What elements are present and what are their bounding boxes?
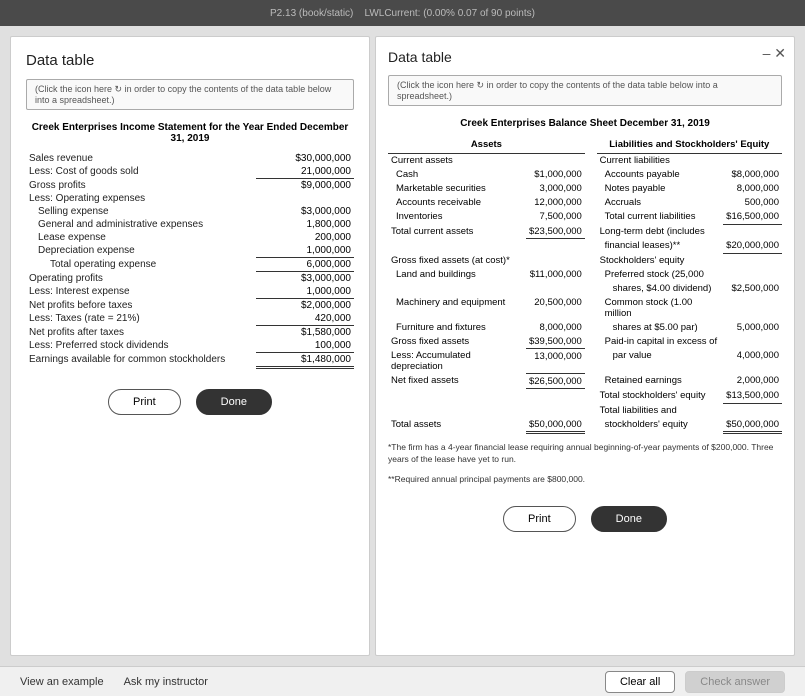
left-table-title: Creek Enterprises Income Statement for t… bbox=[26, 122, 354, 144]
left-copy-hint-text: (Click the icon here ↻ in order to copy … bbox=[35, 84, 331, 105]
table-row: Land and buildings $11,000,000 Preferred… bbox=[388, 267, 782, 281]
left-print-button[interactable]: Print bbox=[108, 389, 181, 415]
right-panel-title: Data table bbox=[388, 49, 782, 65]
left-done-button[interactable]: Done bbox=[196, 389, 272, 415]
left-button-row: Print Done bbox=[26, 389, 354, 415]
table-row: Net profits before taxes $2,000,000 bbox=[26, 299, 354, 313]
table-row: Current assets Current liabilities bbox=[388, 153, 782, 168]
table-row: Net profits after taxes $1,580,000 bbox=[26, 326, 354, 340]
top-bar-text2: LWLCurrent: (0.00% 0.07 of 90 points) bbox=[365, 8, 535, 19]
table-row: shares, $4.00 dividend) $2,500,000 bbox=[388, 281, 782, 295]
table-row: Marketable securities 3,000,000 Notes pa… bbox=[388, 182, 782, 196]
table-row: General and administrative expenses 1,80… bbox=[26, 218, 354, 231]
table-row: Selling expense $3,000,000 bbox=[26, 205, 354, 218]
table-row: Total stockholders' equity $13,500,000 bbox=[388, 389, 782, 404]
income-statement-table: Sales revenue $30,000,000 Less: Cost of … bbox=[26, 152, 354, 369]
right-copy-hint: (Click the icon here ↻ in order to copy … bbox=[388, 75, 782, 106]
table-row: Lease expense 200,000 bbox=[26, 231, 354, 244]
assets-header: Assets bbox=[388, 137, 585, 153]
right-print-button[interactable]: Print bbox=[503, 506, 576, 532]
top-bar: P2.13 (book/static) LWLCurrent: (0.00% 0… bbox=[0, 0, 805, 26]
view-example-link[interactable]: View an example bbox=[20, 676, 104, 688]
left-panel-title: Data table bbox=[26, 52, 354, 69]
balance-sheet-table: Assets Liabilities and Stockholders' Equ… bbox=[388, 137, 782, 434]
table-row: Total liabilities and bbox=[388, 403, 782, 417]
table-row: Less: Taxes (rate = 21%) 420,000 bbox=[26, 312, 354, 326]
table-row: Less: Accumulated depreciation 13,000,00… bbox=[388, 349, 782, 374]
footnote2: **Required annual principal payments are… bbox=[388, 474, 782, 486]
table-row: Total assets $50,000,000 stockholders' e… bbox=[388, 417, 782, 433]
table-row: Earnings available for common stockholde… bbox=[26, 353, 354, 368]
top-bar-text1: P2.13 (book/static) bbox=[270, 8, 353, 19]
table-row: Furniture and fixtures 8,000,000 shares … bbox=[388, 320, 782, 334]
liabilities-header: Liabilities and Stockholders' Equity bbox=[597, 137, 782, 153]
bottom-links: View an example Ask my instructor bbox=[20, 676, 208, 688]
table-row: Sales revenue $30,000,000 bbox=[26, 152, 354, 165]
right-button-row: Print Done bbox=[388, 506, 782, 532]
footnote1: *The firm has a 4-year financial lease r… bbox=[388, 442, 782, 466]
close-button[interactable]: – ✕ bbox=[763, 45, 786, 62]
bottom-right-actions: Clear all Check answer bbox=[605, 671, 785, 693]
table-row: Depreciation expense 1,000,000 bbox=[26, 244, 354, 258]
left-panel: Data table (Click the icon here ↻ in ord… bbox=[10, 36, 370, 656]
table-row: Less: Operating expenses bbox=[26, 192, 354, 205]
table-row: Inventories 7,500,000 Total current liab… bbox=[388, 210, 782, 225]
table-row: Gross fixed assets (at cost)* Stockholde… bbox=[388, 253, 782, 267]
left-copy-hint: (Click the icon here ↻ in order to copy … bbox=[26, 79, 354, 110]
right-panel: – ✕ Data table (Click the icon here ↻ in… bbox=[375, 36, 795, 656]
table-row: financial leases)** $20,000,000 bbox=[388, 239, 782, 254]
table-row: Gross profits $9,000,000 bbox=[26, 179, 354, 193]
main-area: Data table (Click the icon here ↻ in ord… bbox=[0, 26, 805, 666]
table-row: Total current assets $23,500,000 Long-te… bbox=[388, 224, 782, 239]
table-row: Less: Preferred stock dividends 100,000 bbox=[26, 339, 354, 353]
bottom-bar: View an example Ask my instructor Clear … bbox=[0, 666, 805, 696]
right-done-button[interactable]: Done bbox=[591, 506, 667, 532]
right-table-title: Creek Enterprises Balance Sheet December… bbox=[388, 118, 782, 129]
table-row: Less: Cost of goods sold 21,000,000 bbox=[26, 165, 354, 179]
table-row: Gross fixed assets $39,500,000 Paid-in c… bbox=[388, 334, 782, 349]
check-answer-button[interactable]: Check answer bbox=[685, 671, 785, 693]
table-row: Cash $1,000,000 Accounts payable $8,000,… bbox=[388, 168, 782, 182]
table-row: Accounts receivable 12,000,000 Accruals … bbox=[388, 196, 782, 210]
table-row: Net fixed assets $26,500,000 Retained ea… bbox=[388, 374, 782, 389]
right-copy-hint-text: (Click the icon here ↻ in order to copy … bbox=[397, 80, 718, 101]
clear-all-button[interactable]: Clear all bbox=[605, 671, 675, 693]
table-row: Less: Interest expense 1,000,000 bbox=[26, 285, 354, 299]
table-row: Machinery and equipment 20,500,000 Commo… bbox=[388, 295, 782, 320]
table-row: Operating profits $3,000,000 bbox=[26, 272, 354, 286]
table-row: Total operating expense 6,000,000 bbox=[26, 258, 354, 272]
ask-instructor-link[interactable]: Ask my instructor bbox=[124, 676, 208, 688]
